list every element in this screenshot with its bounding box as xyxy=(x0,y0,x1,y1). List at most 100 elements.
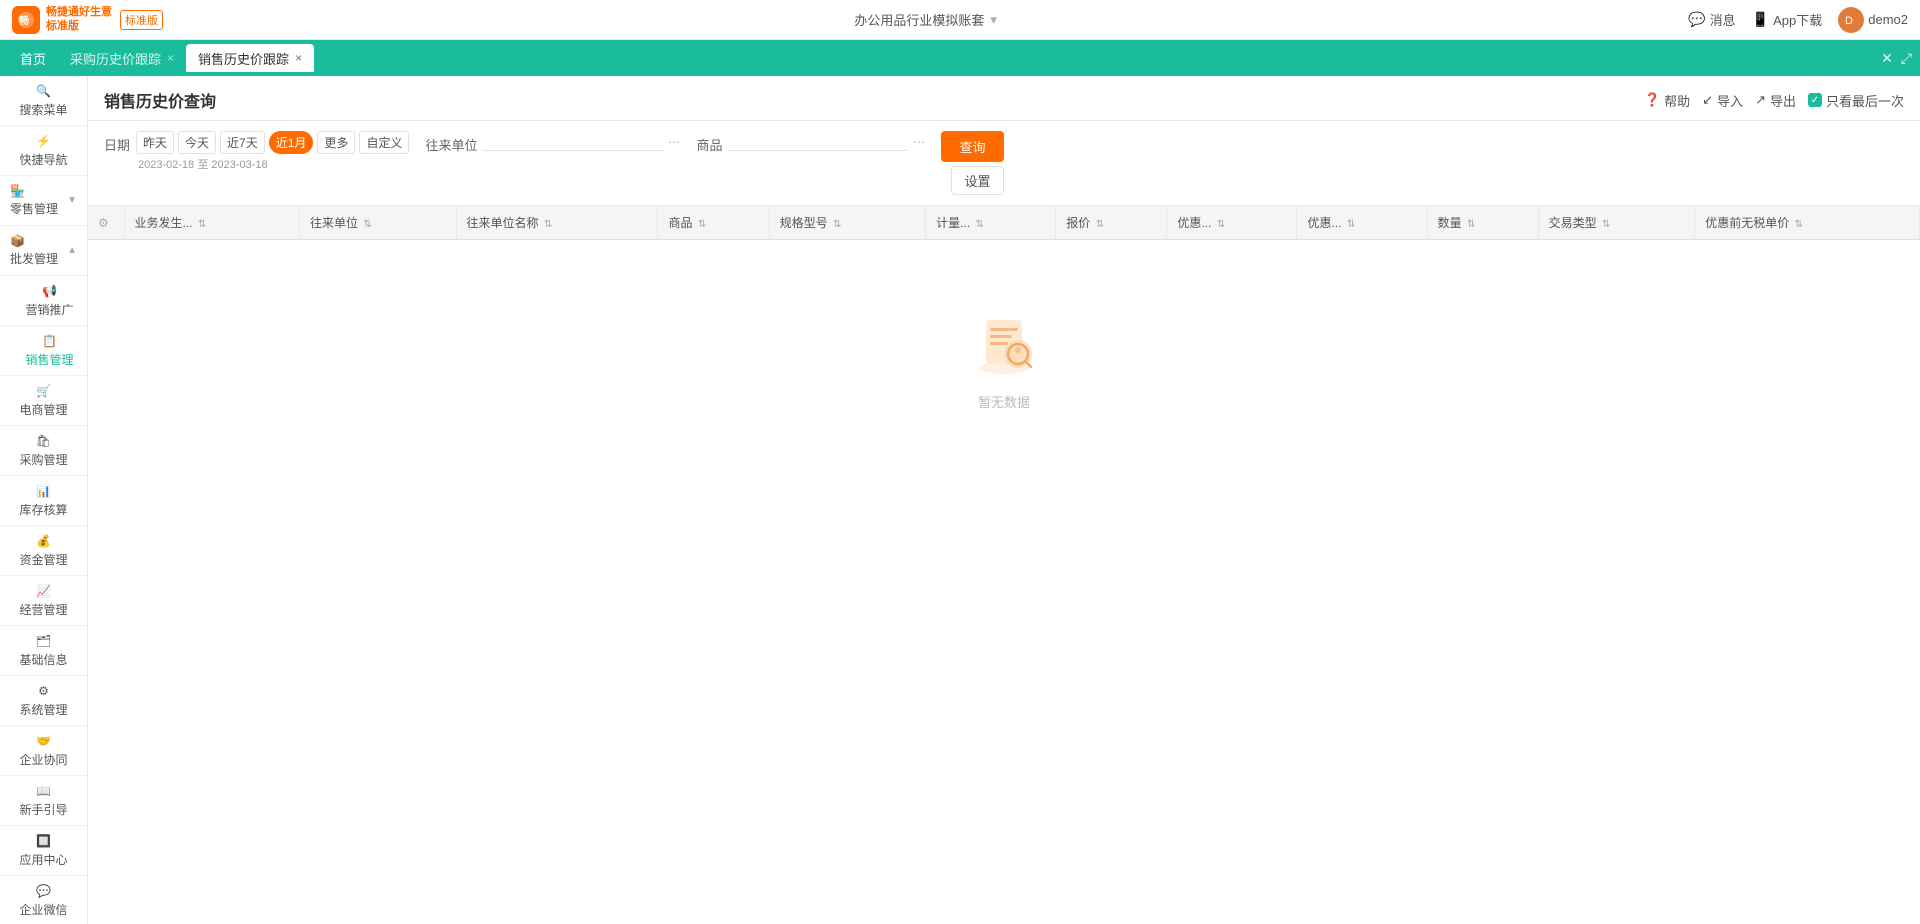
sort-product-icon[interactable]: ⇅ xyxy=(698,219,706,230)
sort-quantity-icon[interactable]: ⇅ xyxy=(1467,219,1475,230)
sidebar-item-enterprise-collab[interactable]: 🤝 企业协同 xyxy=(0,726,87,776)
sidebar-item-finance[interactable]: 💰 资金管理 xyxy=(0,526,87,576)
gear-settings-icon[interactable]: ⚙ xyxy=(98,216,109,230)
date-buttons-row: 昨天 今天 近7天 近1月 更多 自定义 xyxy=(136,131,409,154)
help-btn[interactable]: ❓ 帮助 xyxy=(1644,91,1690,110)
sort-discount1-icon[interactable]: ⇅ xyxy=(1217,219,1225,230)
sort-unit-code-icon[interactable]: ⇅ xyxy=(363,219,371,230)
tab-close-all-icon[interactable]: ✕ xyxy=(1881,50,1893,67)
col-product[interactable]: 商品 ⇅ xyxy=(658,206,769,240)
date-btn-more[interactable]: 更多 xyxy=(317,131,355,154)
sidebar-item-operations[interactable]: 📈 经营管理 xyxy=(0,576,87,626)
message-btn[interactable]: 💬 消息 xyxy=(1688,10,1735,29)
sort-pretax-price-icon[interactable]: ⇅ xyxy=(1795,219,1803,230)
app-title-area[interactable]: 办公用品行业模拟账套 ▾ xyxy=(854,10,997,29)
marketing-icon: 📢 xyxy=(42,284,57,298)
tab-home[interactable]: 首页 xyxy=(8,44,58,72)
search-menu-label: 搜索菜单 xyxy=(19,101,67,118)
inventory-label: 库存核算 xyxy=(19,501,67,518)
sort-unit-icon[interactable]: ⇅ xyxy=(976,219,984,230)
logo-area: 畅 畅捷通好生意 标准版 xyxy=(12,6,112,34)
quick-nav-icon: ⚡ xyxy=(36,134,51,148)
basic-info-label: 基础信息 xyxy=(19,651,67,668)
unit-dots[interactable]: ··· xyxy=(667,134,680,149)
ecommerce-label: 电商管理 xyxy=(19,401,67,418)
import-btn[interactable]: ↙ 导入 xyxy=(1702,91,1743,110)
sidebar-item-app-center[interactable]: 🔲 应用中心 xyxy=(0,826,87,876)
operations-label: 经营管理 xyxy=(19,601,67,618)
sort-biz-date-icon[interactable]: ⇅ xyxy=(198,219,206,230)
user-menu[interactable]: D demo2 xyxy=(1838,7,1908,33)
sidebar-item-retail-mgmt[interactable]: 🏪 零售管理 ▼ xyxy=(0,176,87,226)
col-quantity[interactable]: 数量 ⇅ xyxy=(1427,206,1538,240)
purchase-mgmt-icon: 🛍 xyxy=(36,434,51,448)
content-area: 销售历史价查询 ❓ 帮助 ↙ 导入 ↗ 导出 只看最后一次 xyxy=(88,76,1920,924)
app-title: 办公用品行业模拟账套 xyxy=(854,10,984,29)
table-container: ⚙ 业务发生... ⇅ 往来单位 ⇅ 往来单位名称 ⇅ xyxy=(88,206,1920,924)
retail-mgmt-icon: 🏪 xyxy=(10,184,25,198)
col-unit-code[interactable]: 往来单位 ⇅ xyxy=(299,206,456,240)
only-last-checkbox-group[interactable]: 只看最后一次 xyxy=(1808,91,1904,110)
sidebar-item-new-guide[interactable]: 📖 新手引导 xyxy=(0,776,87,826)
product-input[interactable] xyxy=(728,131,908,151)
col-biz-date[interactable]: 业务发生... ⇅ xyxy=(124,206,299,240)
sort-spec-icon[interactable]: ⇅ xyxy=(833,219,841,230)
tab-sales-close[interactable]: × xyxy=(295,51,302,65)
sidebar-item-enterprise-wechat[interactable]: 💬 企业微信 xyxy=(0,876,87,924)
sidebar-item-marketing[interactable]: 📢 营销推广 xyxy=(0,276,87,326)
purchase-mgmt-label: 采购管理 xyxy=(19,451,67,468)
export-icon: ↗ xyxy=(1755,92,1766,108)
sidebar-item-search-menu[interactable]: 🔍 搜索菜单 xyxy=(0,76,87,126)
tab-sales-history[interactable]: 销售历史价跟踪 × xyxy=(186,44,314,72)
sort-discount2-icon[interactable]: ⇅ xyxy=(1347,219,1355,230)
col-discount2[interactable]: 优惠... ⇅ xyxy=(1297,206,1427,240)
tab-purchase-close[interactable]: × xyxy=(167,51,174,65)
settings-button[interactable]: 设置 xyxy=(951,166,1003,195)
col-pretax-price[interactable]: 优惠前无税单价 ⇅ xyxy=(1695,206,1920,240)
sort-trade-type-icon[interactable]: ⇅ xyxy=(1602,219,1610,230)
sidebar-item-inventory[interactable]: 📊 库存核算 xyxy=(0,476,87,526)
col-unit[interactable]: 计量... ⇅ xyxy=(926,206,1056,240)
query-button[interactable]: 查询 xyxy=(941,131,1003,162)
col-trade-type-label: 交易类型 xyxy=(1549,216,1597,230)
col-quote[interactable]: 报价 ⇅ xyxy=(1056,206,1167,240)
new-guide-icon: 📖 xyxy=(36,784,51,798)
sales-mgmt-label: 销售管理 xyxy=(25,351,73,368)
app-title-dropdown-icon[interactable]: ▾ xyxy=(990,12,997,28)
col-unit-name[interactable]: 往来单位名称 ⇅ xyxy=(456,206,658,240)
sidebar-item-purchase-mgmt[interactable]: 🛍 采购管理 xyxy=(0,426,87,476)
sidebar-item-sales-mgmt[interactable]: 📋 销售管理 xyxy=(0,326,87,376)
col-discount1[interactable]: 优惠... ⇅ xyxy=(1167,206,1297,240)
date-btn-custom[interactable]: 自定义 xyxy=(359,131,409,154)
date-btn-yesterday[interactable]: 昨天 xyxy=(136,131,174,154)
date-btn-7days[interactable]: 近7天 xyxy=(220,131,265,154)
only-last-label: 只看最后一次 xyxy=(1826,91,1904,110)
sidebar-item-quick-nav[interactable]: ⚡ 快捷导航 xyxy=(0,126,87,176)
col-gear[interactable]: ⚙ xyxy=(88,206,124,240)
sidebar-item-ecommerce[interactable]: 🛒 电商管理 xyxy=(0,376,87,426)
tag-label: 标准版 xyxy=(120,10,163,30)
top-bar: 畅 畅捷通好生意 标准版 标准版 办公用品行业模拟账套 ▾ 💬 消息 📱 App… xyxy=(0,0,1920,40)
product-dots[interactable]: ··· xyxy=(912,134,925,149)
unit-input[interactable] xyxy=(483,131,663,151)
top-bar-left: 畅 畅捷通好生意 标准版 标准版 xyxy=(12,6,163,34)
sales-mgmt-icon: 📋 xyxy=(42,334,57,348)
tab-bar: 首页 采购历史价跟踪 × 销售历史价跟踪 × ✕ ⤢ xyxy=(0,40,1920,76)
tab-expand-icon[interactable]: ⤢ xyxy=(1901,50,1912,67)
date-btn-1month[interactable]: 近1月 xyxy=(269,131,314,154)
app-download-btn[interactable]: 📱 App下载 xyxy=(1752,10,1823,29)
date-btn-today[interactable]: 今天 xyxy=(178,131,216,154)
sidebar-item-basic-info[interactable]: 🗂 基础信息 xyxy=(0,626,87,676)
sidebar-item-system-mgmt[interactable]: ⚙ 系统管理 xyxy=(0,676,87,726)
export-btn[interactable]: ↗ 导出 xyxy=(1755,91,1796,110)
col-spec[interactable]: 规格型号 ⇅ xyxy=(769,206,926,240)
only-last-checkbox[interactable] xyxy=(1808,93,1822,107)
col-trade-type[interactable]: 交易类型 ⇅ xyxy=(1538,206,1695,240)
sidebar-item-wholesale-mgmt[interactable]: 📦 批发管理 ▲ xyxy=(0,226,87,276)
sort-unit-name-icon[interactable]: ⇅ xyxy=(544,219,552,230)
sort-quote-icon[interactable]: ⇅ xyxy=(1096,219,1104,230)
col-unit-label: 计量... xyxy=(936,216,970,230)
tab-purchase-history[interactable]: 采购历史价跟踪 × xyxy=(58,44,186,72)
logo-icon: 畅 xyxy=(12,6,40,34)
app-center-label: 应用中心 xyxy=(19,851,67,868)
